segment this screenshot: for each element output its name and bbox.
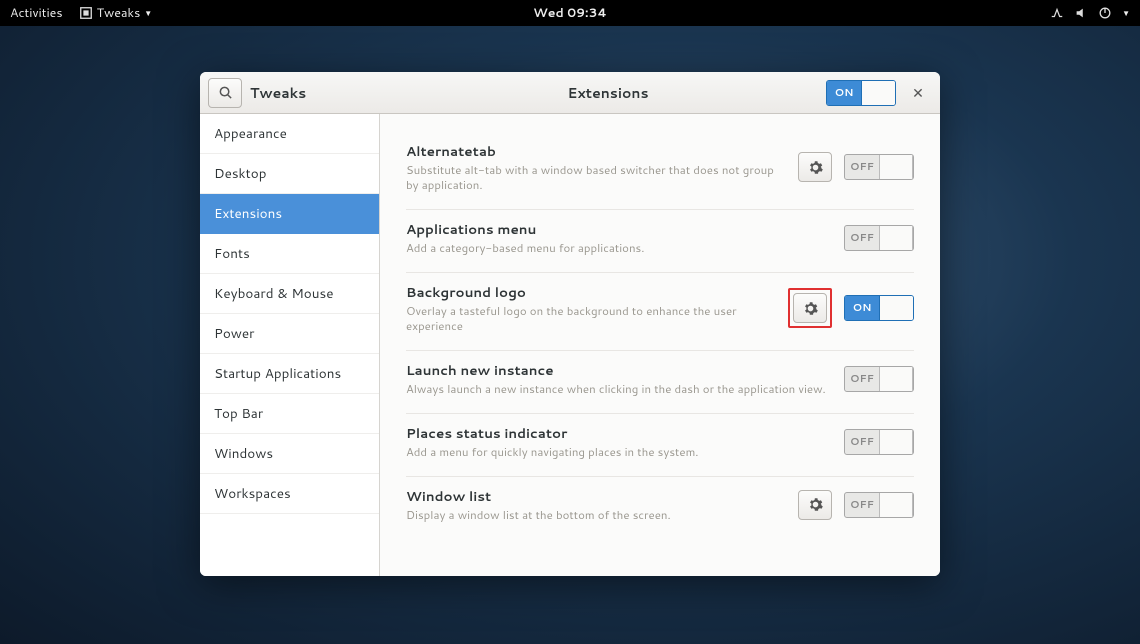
extension-description: Add a menu for quickly navigating places…: [406, 445, 832, 460]
sidebar: AppearanceDesktopExtensionsFontsKeyboard…: [200, 114, 380, 576]
close-icon: ✕: [912, 83, 924, 103]
extension-toggle[interactable]: ONOFF: [844, 295, 914, 321]
extension-toggle[interactable]: ONOFF: [844, 154, 914, 180]
page-title: Extensions: [398, 83, 818, 103]
sidebar-item-windows[interactable]: Windows: [200, 434, 379, 474]
extension-description: Add a category-based menu for applicatio…: [406, 241, 832, 256]
chevron-down-icon: ▼: [144, 7, 152, 19]
sidebar-item-extensions[interactable]: Extensions: [200, 194, 379, 234]
extension-title: Places status indicator: [406, 424, 832, 443]
switch-on-label: ON: [845, 296, 879, 320]
window-titlebar: Tweaks Extensions ON OFF ✕: [200, 72, 940, 114]
extension-row: Places status indicator Add a menu for qu…: [406, 414, 914, 477]
extension-text: Alternatetab Substitute alt-tab with a wi…: [406, 142, 786, 193]
sidebar-item-power[interactable]: Power: [200, 314, 379, 354]
switch-off-label: OFF: [845, 155, 879, 179]
app-menu-icon: [79, 6, 93, 20]
clock[interactable]: Wed 09:34: [533, 4, 607, 22]
extension-description: Overlay a tasteful logo on the backgroun…: [406, 304, 776, 334]
sidebar-item-top-bar[interactable]: Top Bar: [200, 394, 379, 434]
switch-knob: [879, 296, 913, 320]
sidebar-item-workspaces[interactable]: Workspaces: [200, 474, 379, 514]
sidebar-item-fonts[interactable]: Fonts: [200, 234, 379, 274]
sidebar-item-appearance[interactable]: Appearance: [200, 114, 379, 154]
extension-title: Alternatetab: [406, 142, 786, 161]
power-icon[interactable]: [1098, 6, 1112, 20]
switch-on-label: ON: [827, 81, 861, 105]
gear-icon: [803, 301, 818, 316]
extension-text: Launch new instance Always launch a new i…: [406, 361, 832, 397]
extension-title: Applications menu: [406, 220, 832, 239]
switch-off-label: OFF: [845, 226, 879, 250]
extension-description: Display a window list at the bottom of t…: [406, 508, 786, 523]
search-icon: [218, 85, 233, 100]
extension-toggle[interactable]: ONOFF: [844, 366, 914, 392]
extension-row: Applications menu Add a category-based me…: [406, 210, 914, 273]
gnome-topbar: Activities Tweaks ▼ Wed 09:34 ▼: [0, 0, 1140, 26]
switch-off-label: OFF: [845, 493, 879, 517]
extension-title: Launch new instance: [406, 361, 832, 380]
system-menu-chevron-icon[interactable]: ▼: [1122, 7, 1130, 19]
switch-knob: [879, 367, 913, 391]
switch-off-label: OFF: [845, 430, 879, 454]
extension-text: Window list Display a window list at the …: [406, 487, 786, 523]
extension-description: Always launch a new instance when clicki…: [406, 382, 832, 397]
volume-icon[interactable]: [1074, 6, 1088, 20]
app-title: Tweaks: [250, 83, 390, 103]
search-button[interactable]: [208, 78, 242, 108]
extension-settings-button[interactable]: [793, 293, 827, 323]
extensions-list: Alternatetab Substitute alt-tab with a wi…: [380, 114, 940, 576]
gear-icon: [808, 160, 823, 175]
extension-row: Launch new instance Always launch a new i…: [406, 351, 914, 414]
switch-knob: [879, 226, 913, 250]
extension-title: Window list: [406, 487, 786, 506]
sidebar-item-startup-applications[interactable]: Startup Applications: [200, 354, 379, 394]
app-menu[interactable]: Tweaks ▼: [79, 4, 153, 22]
switch-knob: [861, 81, 895, 105]
extension-description: Substitute alt-tab with a window based s…: [406, 163, 786, 193]
switch-off-label: OFF: [845, 367, 879, 391]
gear-icon: [808, 497, 823, 512]
extension-toggle[interactable]: ONOFF: [844, 429, 914, 455]
extension-row: Alternatetab Substitute alt-tab with a wi…: [406, 132, 914, 210]
app-menu-label: Tweaks: [97, 4, 141, 22]
extension-text: Applications menu Add a category-based me…: [406, 220, 832, 256]
extension-toggle[interactable]: ONOFF: [844, 225, 914, 251]
extension-row: Window list Display a window list at the …: [406, 477, 914, 539]
sidebar-item-desktop[interactable]: Desktop: [200, 154, 379, 194]
close-button[interactable]: ✕: [904, 79, 932, 107]
extension-settings-button[interactable]: [798, 490, 832, 520]
network-icon[interactable]: [1050, 6, 1064, 20]
switch-knob: [879, 430, 913, 454]
extension-toggle[interactable]: ONOFF: [844, 492, 914, 518]
tweaks-window: Tweaks Extensions ON OFF ✕ AppearanceDes…: [200, 72, 940, 576]
switch-knob: [879, 493, 913, 517]
sidebar-item-keyboard-mouse[interactable]: Keyboard & Mouse: [200, 274, 379, 314]
activities-button[interactable]: Activities: [10, 4, 63, 22]
extension-text: Places status indicator Add a menu for qu…: [406, 424, 832, 460]
extension-text: Background logo Overlay a tasteful logo o…: [406, 283, 776, 334]
extension-title: Background logo: [406, 283, 776, 302]
switch-knob: [879, 155, 913, 179]
extension-settings-button[interactable]: [798, 152, 832, 182]
highlight-annotation: [788, 288, 832, 328]
extension-row: Background logo Overlay a tasteful logo o…: [406, 273, 914, 351]
extensions-master-switch[interactable]: ON OFF: [826, 80, 896, 106]
